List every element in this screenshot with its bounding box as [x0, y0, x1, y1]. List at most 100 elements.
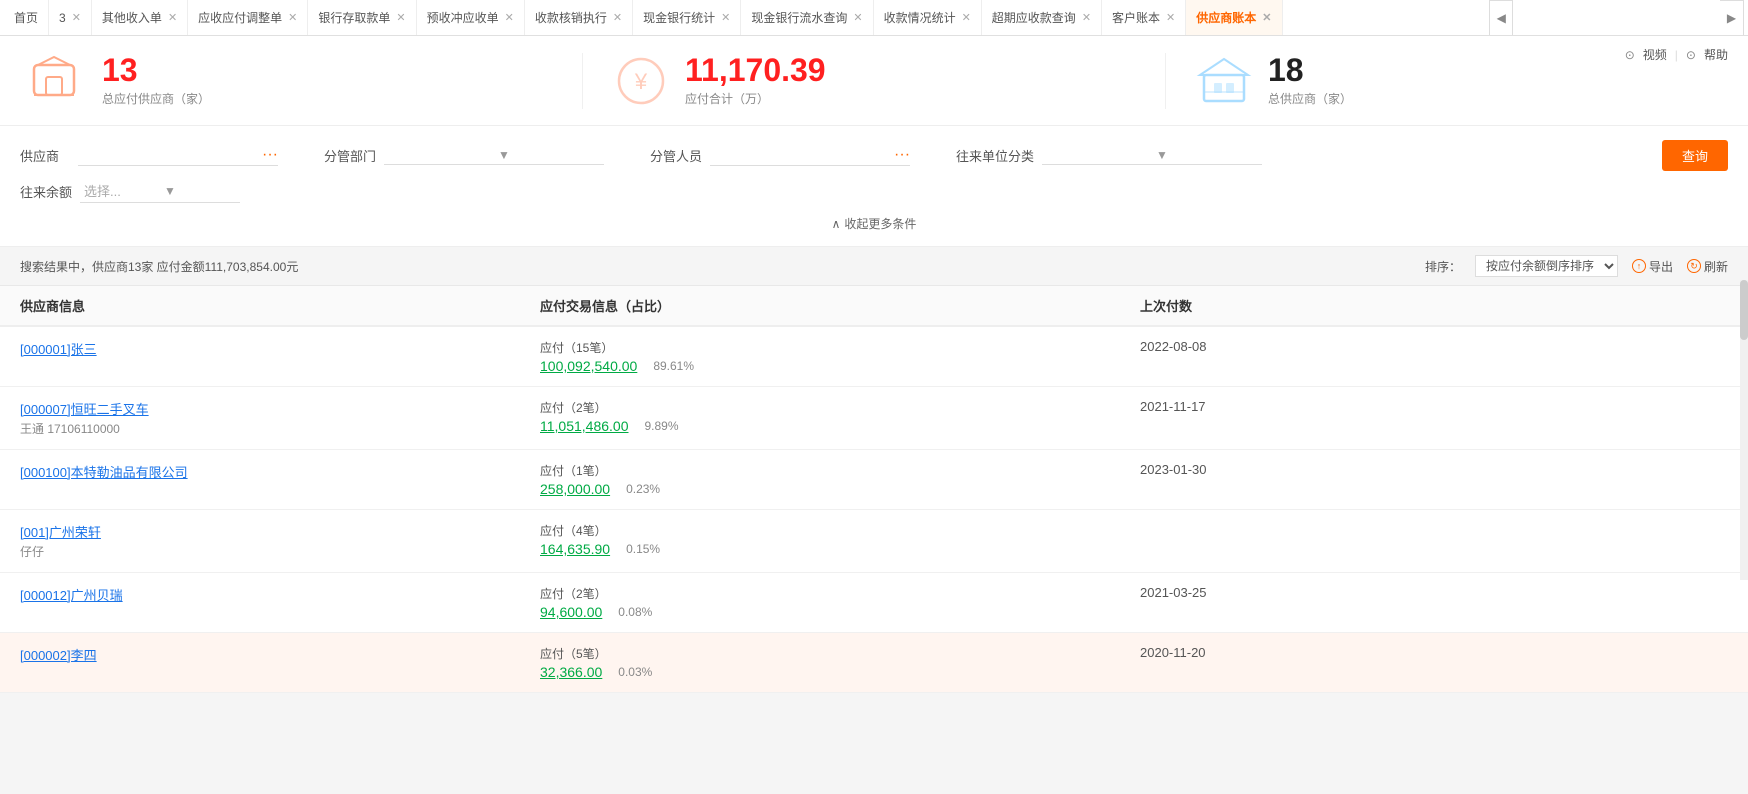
- nav-tab-receipt-verify-close[interactable]: ✕: [613, 11, 622, 24]
- nav-tab-customer-account-close[interactable]: ✕: [1166, 11, 1175, 24]
- supplier-picker-icon[interactable]: ···: [262, 146, 278, 164]
- filter-supplier-input-wrapper[interactable]: ···: [78, 146, 278, 166]
- scrollbar-thumb[interactable]: [1740, 280, 1748, 340]
- filter-category-select[interactable]: ▼: [1042, 146, 1262, 165]
- svg-text:¥: ¥: [634, 69, 648, 94]
- trade-amount-link[interactable]: 100,092,540.00: [540, 358, 637, 374]
- filter-item-balance: 往来余额 选择... ▼: [20, 179, 240, 203]
- trade-amount-link[interactable]: 32,366.00: [540, 664, 602, 680]
- collapse-up-icon: ∧: [832, 217, 841, 231]
- supplier-link[interactable]: [000007]恒旺二手叉车: [20, 402, 149, 417]
- table-row: [000100]本特勒油品有限公司 应付（1笔） 258,000.00 0.23…: [0, 450, 1748, 510]
- supplier-link[interactable]: [000002]李四: [20, 648, 97, 663]
- nav-tab-payable-adjust-close[interactable]: ✕: [288, 11, 297, 24]
- trade-amount-link[interactable]: 258,000.00: [540, 481, 610, 497]
- nav-tab-overdue-query-label: 超期应收款查询: [992, 9, 1076, 26]
- nav-tab-prepay-offset-close[interactable]: ✕: [505, 11, 514, 24]
- table-header: 供应商信息 应付交易信息（占比） 上次付数: [0, 286, 1748, 327]
- nav-prev-arrow[interactable]: ◀: [1489, 0, 1513, 36]
- refresh-icon: ↻: [1687, 259, 1701, 273]
- filter-supplier-input[interactable]: [78, 146, 262, 165]
- filter-person-input-wrapper[interactable]: ···: [710, 146, 910, 166]
- nav-tab-home-label: 首页: [14, 9, 38, 26]
- table-row: [001]广州荣轩 仔仔 应付（4笔） 164,635.90 0.15%: [0, 510, 1748, 573]
- supplier-link[interactable]: [000001]张三: [20, 342, 97, 357]
- sort-select[interactable]: 按应付余额倒序排序: [1475, 255, 1618, 277]
- balance-dropdown-arrow[interactable]: ▼: [160, 182, 240, 200]
- nav-next-arrow[interactable]: ▶: [1720, 0, 1744, 36]
- person-picker-icon[interactable]: ···: [894, 146, 910, 164]
- nav-tab-cash-bank-flow-close[interactable]: ✕: [853, 11, 862, 24]
- stat-label-payable-suppliers: 总应付供应商（家）: [102, 90, 210, 107]
- col-header-trade: 应付交易信息（占比）: [540, 296, 1140, 315]
- result-bar: 搜索结果中，供应商13家 应付金额111,703,854.00元 排序： 按应付…: [0, 247, 1748, 286]
- help-icon: ⊙: [1686, 48, 1696, 62]
- filter-category-value: [1042, 153, 1152, 157]
- nav-tab-prepay-offset[interactable]: 预收冲应收单 ✕: [417, 0, 525, 36]
- scrollbar-track[interactable]: [1740, 280, 1748, 580]
- query-button[interactable]: 查询: [1662, 140, 1728, 171]
- last-payment-cell: 2022-08-08: [1140, 339, 1728, 354]
- nav-tab-3[interactable]: 3 ✕: [49, 0, 92, 36]
- last-payment-cell: 2021-11-17: [1140, 399, 1728, 414]
- nav-tab-receipt-stat-close[interactable]: ✕: [962, 11, 971, 24]
- supplier-cell: [000001]张三: [20, 339, 540, 358]
- nav-tab-other-income[interactable]: 其他收入单 ✕: [92, 0, 188, 36]
- supplier-icon: [30, 53, 86, 109]
- nav-tab-cash-bank-stat-close[interactable]: ✕: [721, 11, 730, 24]
- supplier-link[interactable]: [001]广州荣轩: [20, 525, 101, 540]
- nav-tab-cash-bank-flow-label: 现金银行流水查询: [751, 9, 847, 26]
- trade-percent: 0.03%: [618, 665, 652, 679]
- col-header-last-payment: 上次付数: [1140, 296, 1728, 315]
- dept-dropdown-arrow[interactable]: ▼: [494, 146, 604, 164]
- collapse-btn[interactable]: ∧ 收起更多条件: [814, 211, 934, 236]
- trade-info-cell: 应付（1笔） 258,000.00 0.23%: [540, 462, 1140, 497]
- category-dropdown-arrow[interactable]: ▼: [1152, 146, 1262, 164]
- trade-percent: 9.89%: [645, 419, 679, 433]
- nav-tab-customer-account[interactable]: 客户账本 ✕: [1102, 0, 1186, 36]
- nav-tab-receipt-verify-label: 收款核销执行: [535, 9, 607, 26]
- nav-tab-overdue-query[interactable]: 超期应收款查询 ✕: [982, 0, 1102, 36]
- last-payment-cell: 2023-01-30: [1140, 462, 1728, 477]
- filter-balance-select[interactable]: 选择... ▼: [80, 179, 240, 203]
- refresh-action[interactable]: ↻ 刷新: [1687, 258, 1728, 275]
- help-link[interactable]: 帮助: [1704, 46, 1728, 63]
- filter-person-input[interactable]: [710, 146, 894, 165]
- export-label: 导出: [1649, 258, 1673, 275]
- trade-amount-link[interactable]: 94,600.00: [540, 604, 602, 620]
- nav-tab-cash-bank-stat-label: 现金银行统计: [643, 9, 715, 26]
- nav-tab-3-close[interactable]: ✕: [72, 11, 81, 24]
- last-payment-cell: 2021-03-25: [1140, 585, 1728, 600]
- supplier-link[interactable]: [000100]本特勒油品有限公司: [20, 465, 188, 480]
- nav-tab-supplier-account-close[interactable]: ✕: [1262, 11, 1271, 24]
- export-action[interactable]: ↑ 导出: [1632, 258, 1673, 275]
- nav-tab-prepay-offset-label: 预收冲应收单: [427, 9, 499, 26]
- nav-tab-bank-deposit[interactable]: 银行存取款单 ✕: [308, 0, 416, 36]
- nav-tab-home[interactable]: 首页: [4, 0, 49, 36]
- filter-row-1: 供应商 ··· 分管部门 ▼ 分管人员 ··· 往来单位分类: [20, 140, 1728, 171]
- nav-bar: 首页 3 ✕ 其他收入单 ✕ 应收应付调整单 ✕ 银行存取款单 ✕ 预收冲应收单…: [0, 0, 1748, 36]
- video-icon: ⊙: [1625, 48, 1635, 62]
- nav-tab-receipt-verify[interactable]: 收款核销执行 ✕: [525, 0, 633, 36]
- nav-tab-cash-bank-flow[interactable]: 现金银行流水查询 ✕: [741, 0, 873, 36]
- nav-tab-bank-deposit-close[interactable]: ✕: [396, 11, 405, 24]
- supplier-link[interactable]: [000012]广州贝瑞: [20, 588, 123, 603]
- collapse-label: 收起更多条件: [844, 215, 916, 232]
- trade-amount-link[interactable]: 11,051,486.00: [540, 418, 629, 434]
- money-icon: ¥: [613, 53, 669, 109]
- nav-tab-other-income-close[interactable]: ✕: [168, 11, 177, 24]
- trade-amount-link[interactable]: 164,635.90: [540, 541, 610, 557]
- video-link[interactable]: 视频: [1643, 46, 1667, 63]
- nav-tab-supplier-account[interactable]: 供应商账本 ✕: [1186, 0, 1282, 36]
- trade-label: 应付（2笔）: [540, 585, 1140, 602]
- nav-tab-bank-deposit-label: 银行存取款单: [318, 9, 390, 26]
- table-row: [000002]李四 应付（5笔） 32,366.00 0.03% 2020-1…: [0, 633, 1748, 693]
- trade-info-cell: 应付（4笔） 164,635.90 0.15%: [540, 522, 1140, 557]
- nav-tab-3-label: 3: [59, 11, 66, 25]
- nav-tab-overdue-query-close[interactable]: ✕: [1082, 11, 1091, 24]
- nav-tab-payable-adjust[interactable]: 应收应付调整单 ✕: [188, 0, 308, 36]
- filter-dept-select[interactable]: ▼: [384, 146, 604, 165]
- nav-tab-receipt-stat[interactable]: 收款情况统计 ✕: [874, 0, 982, 36]
- nav-tab-cash-bank-stat[interactable]: 现金银行统计 ✕: [633, 0, 741, 36]
- filter-area: 供应商 ··· 分管部门 ▼ 分管人员 ··· 往来单位分类: [0, 126, 1748, 247]
